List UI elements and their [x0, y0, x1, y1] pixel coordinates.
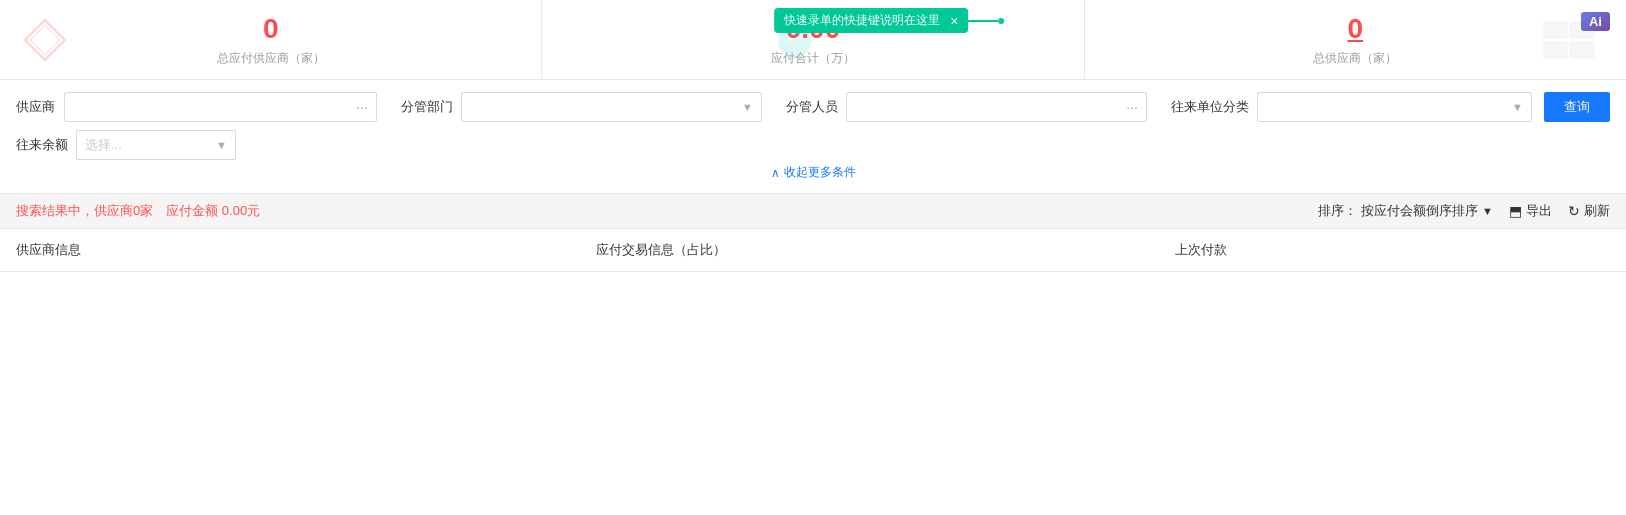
results-amount-value: 0.00元 [222, 203, 260, 218]
col-transaction-header: 应付交易信息（占比） [596, 241, 1176, 259]
svg-rect-7 [1543, 22, 1567, 38]
stat1-number: 0 [263, 12, 279, 46]
stat3-label: 总供应商（家） [1313, 50, 1397, 67]
person-dots[interactable]: ··· [1126, 99, 1138, 115]
stat-total-suppliers-payable: 0 总应付供应商（家） [0, 0, 542, 79]
export-label: 导出 [1526, 202, 1552, 220]
sort-label: 排序： [1318, 202, 1357, 220]
filter-group-unit: 往来单位分类 ▼ [1171, 92, 1532, 122]
collapse-row: ∧ 收起更多条件 [16, 160, 1610, 185]
col-lastpayment-header: 上次付款 [1175, 241, 1610, 259]
supplier-dots[interactable]: ··· [356, 99, 368, 115]
results-info-mid: 家 [140, 203, 153, 218]
filter-row-2: 往来余额 选择... ▼ [16, 130, 1610, 160]
diamond-icon [20, 15, 70, 65]
sort-select[interactable]: 排序： 按应付会额倒序排序 ▼ [1318, 202, 1493, 220]
filter-group-supplier: 供应商 ··· [16, 92, 377, 122]
balance-select-text: 选择... [85, 136, 216, 154]
stats-bar: 0 总应付供应商（家） 0.00 应付合计（万） 快速录单的快捷键说明在这里 × [0, 0, 1626, 80]
refresh-icon: ↻ [1568, 203, 1580, 219]
refresh-button[interactable]: ↻ 刷新 [1568, 202, 1610, 220]
svg-rect-10 [1570, 42, 1594, 58]
results-info-prefix: 搜索结果中，供应商 [16, 203, 133, 218]
results-actions: 排序： 按应付会额倒序排序 ▼ ⬒ 导出 ↻ 刷新 [1318, 202, 1610, 220]
unit-select[interactable]: ▼ [1257, 92, 1532, 122]
stat3-number[interactable]: 0 [1348, 12, 1364, 46]
stat-total-suppliers: 0 总供应商（家） Ai [1085, 0, 1626, 79]
collapse-up-arrow: ∧ [771, 166, 780, 180]
supplier-label: 供应商 [16, 98, 56, 116]
col-supplier-header: 供应商信息 [16, 241, 596, 259]
person-label: 分管人员 [786, 98, 838, 116]
balance-select[interactable]: 选择... ▼ [76, 130, 236, 160]
results-info: 搜索结果中，供应商0家 应付金额 0.00元 [16, 202, 260, 220]
department-select[interactable]: ▼ [461, 92, 762, 122]
stat1-label: 总应付供应商（家） [217, 50, 325, 67]
svg-rect-5 [796, 52, 802, 59]
ai-badge[interactable]: Ai [1581, 12, 1610, 31]
export-icon: ⬒ [1509, 203, 1522, 219]
person-input-wrapper[interactable]: ··· [846, 92, 1147, 122]
unit-dropdown-arrow: ▼ [1512, 101, 1523, 113]
svg-rect-9 [1543, 42, 1567, 58]
results-amount-label: 应付金额 [166, 203, 218, 218]
balance-dropdown-arrow: ▼ [216, 139, 227, 151]
table-header: 供应商信息 应付交易信息（占比） 上次付款 [0, 229, 1626, 272]
table-body [0, 272, 1626, 515]
query-button[interactable]: 查询 [1544, 92, 1610, 122]
stat-payable-total: 0.00 应付合计（万） 快速录单的快捷键说明在这里 × [542, 0, 1084, 79]
svg-point-6 [787, 38, 791, 42]
filter-row-1: 供应商 ··· 分管部门 ▼ 分管人员 ··· 往来 [16, 92, 1610, 122]
collapse-label: 收起更多条件 [784, 164, 856, 181]
svg-rect-4 [789, 52, 795, 59]
export-button[interactable]: ⬒ 导出 [1509, 202, 1552, 220]
department-dropdown-arrow: ▼ [742, 101, 753, 113]
tooltip-dot [996, 16, 1006, 26]
unit-label: 往来单位分类 [1171, 98, 1249, 116]
department-label: 分管部门 [401, 98, 453, 116]
filter-group-person: 分管人员 ··· [786, 92, 1147, 122]
supplier-input-wrapper[interactable]: ··· [64, 92, 377, 122]
sort-arrow: ▼ [1482, 205, 1493, 217]
collapse-button[interactable]: ∧ 收起更多条件 [771, 164, 856, 181]
tooltip-close-btn[interactable]: × [950, 14, 958, 28]
results-bar: 搜索结果中，供应商0家 应付金额 0.00元 排序： 按应付会额倒序排序 ▼ ⬒… [0, 194, 1626, 229]
svg-marker-0 [25, 20, 65, 60]
refresh-label: 刷新 [1584, 202, 1610, 220]
tooltip-bubble: 快速录单的快捷键说明在这里 × [774, 8, 968, 33]
filter-bar: 供应商 ··· 分管部门 ▼ 分管人员 ··· 往来 [0, 80, 1626, 194]
sort-value: 按应付会额倒序排序 [1361, 202, 1478, 220]
filter-group-department: 分管部门 ▼ [401, 92, 762, 122]
balance-label: 往来余额 [16, 136, 68, 154]
tooltip-text: 快速录单的快捷键说明在这里 [784, 12, 940, 29]
